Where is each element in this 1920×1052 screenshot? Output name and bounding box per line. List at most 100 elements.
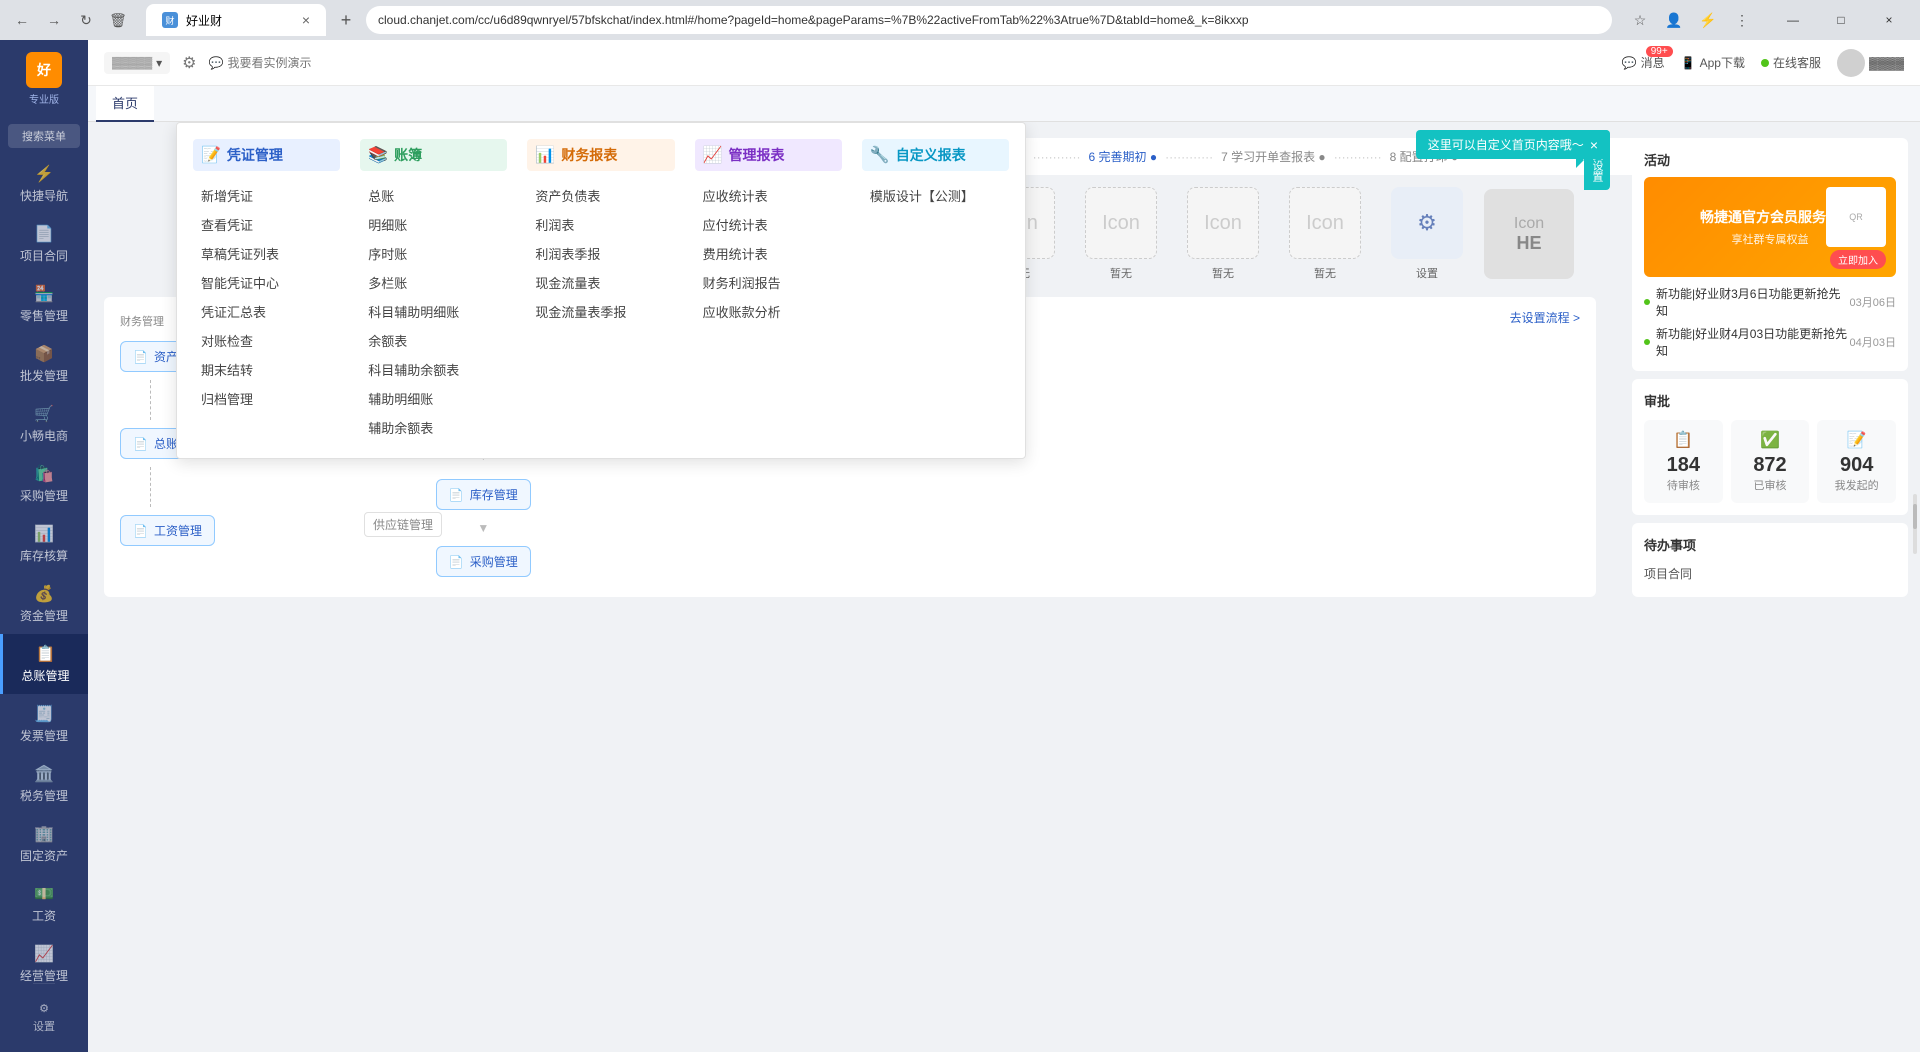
menu-item-yingfu[interactable]: 应付统计表 [695,210,842,239]
menu-item-lirun-jibao[interactable]: 利润表季报 [527,239,674,268]
sidebar-item-xiaochang[interactable]: 🛒小畅电商 [0,394,88,454]
workflow-box-salary[interactable]: 📄 工资管理 [120,515,215,546]
menu-item-xianjin-jibao[interactable]: 现金流量表季报 [527,297,674,326]
workflow-box-purchase[interactable]: 📄 采购管理 [436,546,531,577]
approval-stat-done[interactable]: ✅ 872 已审核 [1731,420,1810,503]
header-settings-icon[interactable]: ⚙ [182,53,196,73]
profile-icon[interactable]: 👤 [1660,6,1688,34]
online-service-button[interactable]: 在线客服 [1761,54,1821,71]
menu-item-kemu-fuzhu[interactable]: 科目辅助明细账 [360,297,507,326]
menu-item-duizhang[interactable]: 对账检查 [193,326,340,355]
sidebar-item-kuaijie[interactable]: ⚡快捷导航 [0,154,88,214]
setup-flow-link[interactable]: 去设置流程 > [1510,309,1580,326]
approval-stat-mine[interactable]: 📝 904 我发起的 [1817,420,1896,503]
address-bar[interactable] [366,6,1612,34]
browser-tab[interactable]: 财 好业财 × [146,4,326,36]
sidebar-item-zongzhang[interactable]: 📋总账管理 [0,634,88,694]
demo-link[interactable]: 💬 我要看实例演示 [208,54,311,71]
reload-button[interactable]: ↻ [72,6,100,34]
sidebar-item-caigou[interactable]: 🛍️采购管理 [0,454,88,514]
sidebar-item-xiangmu[interactable]: 📄项目合同 [0,214,88,274]
menu-section-header-voucher[interactable]: 📝 凭证管理 [193,139,340,171]
menu-item-duolanzhang[interactable]: 多栏账 [360,268,507,297]
extensions-icon[interactable]: ⚡ [1694,6,1722,34]
menu-item-mingxizhang[interactable]: 明细账 [360,210,507,239]
menu-item-xianjin-liuliang[interactable]: 现金流量表 [527,268,674,297]
menu-item-template-design[interactable]: 模版设计【公测】 [862,181,1009,210]
menu-item-zcfzb[interactable]: 资产负债表 [527,181,674,210]
menu-item-yue-biao[interactable]: 余额表 [360,326,507,355]
message-button[interactable]: 💬 消息 99+ [1622,54,1665,71]
pending-label: 待审核 [1654,477,1713,493]
menu-item-caiwu-lirun[interactable]: 财务利润报告 [695,268,842,297]
menu-item-guidan[interactable]: 归档管理 [193,384,340,413]
close-button[interactable]: × [1866,4,1912,36]
icon-cell-3[interactable]: Icon 暂无 [1178,187,1268,281]
sidebar-search[interactable]: 搜索菜单 [8,124,80,148]
zongzhang-icon: 📋 [36,644,56,664]
sidebar-item-zijin[interactable]: 💰资金管理 [0,574,88,634]
sidebar-settings-button[interactable]: ⚙ 设置 [33,994,55,1042]
menu-section-header-financial[interactable]: 📊 财务报表 [527,139,674,171]
menu-section-header-ledger[interactable]: 📚 账簿 [360,139,507,171]
icon-cell-2[interactable]: Icon 暂无 [1076,187,1166,281]
news-item-2[interactable]: 新功能|好业财4月03日功能更新抢先知 04月03日 [1644,325,1896,359]
menu-section-header-mgmt[interactable]: 📈 管理报表 [695,139,842,171]
join-button[interactable]: 立即加入 [1830,250,1886,269]
menu-item-chakan[interactable]: 查看凭证 [193,210,340,239]
back-button[interactable]: ← [8,6,36,34]
header: ▓▓▓▓▓ ▾ ⚙ 💬 我要看实例演示 💬 消息 99+ 📱 App下载 [88,40,1920,86]
menu-item-pingzheng-huizong[interactable]: 凭证汇总表 [193,297,340,326]
icon-cell-settings[interactable]: ⚙ 设置 [1382,187,1472,281]
activity-banner[interactable]: 畅捷通官方会员服务群 享社群专属权益 QR 立即加入 [1644,177,1896,277]
icon-cell-4[interactable]: Icon 暂无 [1280,187,1370,281]
sidebar-item-shuiwu[interactable]: 🏛️税务管理 [0,754,88,814]
delete-button[interactable]: 🗑 [104,6,132,34]
approval-stat-pending[interactable]: 📋 184 待审核 [1644,420,1723,503]
menu-section-ledger: 📚 账簿 总账 明细账 序时账 多栏账 科目辅助明细账 余额表 科目辅助余额表 … [360,139,507,442]
sidebar-item-lingshou[interactable]: 🏪零售管理 [0,274,88,334]
menu-item-fuzhu-mingxi[interactable]: 辅助明细账 [360,384,507,413]
purchase-label: 采购管理 [470,553,518,570]
new-tab-button[interactable]: + [332,6,360,34]
todo-item-project[interactable]: 项目合同 [1644,562,1896,585]
message-badge: 99+ [1646,46,1673,57]
sidebar-item-pifa[interactable]: 📦批发管理 [0,334,88,394]
menu-section-header-custom[interactable]: 🔧 自定义报表 [862,139,1009,171]
bookmark-icon[interactable]: ☆ [1626,6,1654,34]
tab-home[interactable]: 首页 [96,86,154,122]
app-download-button[interactable]: 📱 App下载 [1681,54,1745,71]
maximize-button[interactable]: □ [1818,4,1864,36]
minimize-button[interactable]: — [1770,4,1816,36]
sidebar-item-jingying[interactable]: 📈经营管理 [0,934,88,983]
sidebar-item-gongzi[interactable]: 💵工资 [0,874,88,934]
menu-item-lirunbiao[interactable]: 利润表 [527,210,674,239]
workflow-box-inventory[interactable]: 📄 库存管理 [436,479,531,510]
forward-button[interactable]: → [40,6,68,34]
tab-close-button[interactable]: × [302,12,310,28]
menu-item-yingshou[interactable]: 应收统计表 [695,181,842,210]
menu-item-kemu-fuzhu-yue[interactable]: 科目辅助余额表 [360,355,507,384]
menu-item-qimo[interactable]: 期末结转 [193,355,340,384]
user-menu-button[interactable]: ▓▓▓▓ [1837,49,1904,77]
tab-favicon: 财 [162,12,178,28]
menu-item-xushizhang[interactable]: 序时账 [360,239,507,268]
todo-title: 待办事项 [1644,535,1896,554]
menu-item-caogao[interactable]: 草稿凭证列表 [193,239,340,268]
menu-item-yingshouzhangkuan[interactable]: 应收账款分析 [695,297,842,326]
sidebar-item-kucun[interactable]: 📊库存核算 [0,514,88,574]
news-item-1[interactable]: 新功能|好业财3月6日功能更新抢先知 03月06日 [1644,285,1896,319]
sidebar-item-gudingzichan[interactable]: 🏢固定资产 [0,814,88,874]
menu-item-feiyong[interactable]: 费用统计表 [695,239,842,268]
xiangmu-icon: 📄 [34,224,54,244]
sidebar-item-fapiao[interactable]: 🧾发票管理 [0,694,88,754]
icon-cell-he[interactable]: Icon HE [1484,189,1574,279]
menu-item-zhineng[interactable]: 智能凭证中心 [193,268,340,297]
menu-item-zongzhang[interactable]: 总账 [360,181,507,210]
menu-item-fuzhu-yue[interactable]: 辅助余额表 [360,413,507,442]
company-selector[interactable]: ▓▓▓▓▓ ▾ [104,52,170,74]
menu-item-xinzeng[interactable]: 新增凭证 [193,181,340,210]
activity-scrollbar[interactable] [1913,494,1917,554]
customize-close-button[interactable]: × [1590,137,1598,153]
menu-icon[interactable]: ⋮ [1728,6,1756,34]
